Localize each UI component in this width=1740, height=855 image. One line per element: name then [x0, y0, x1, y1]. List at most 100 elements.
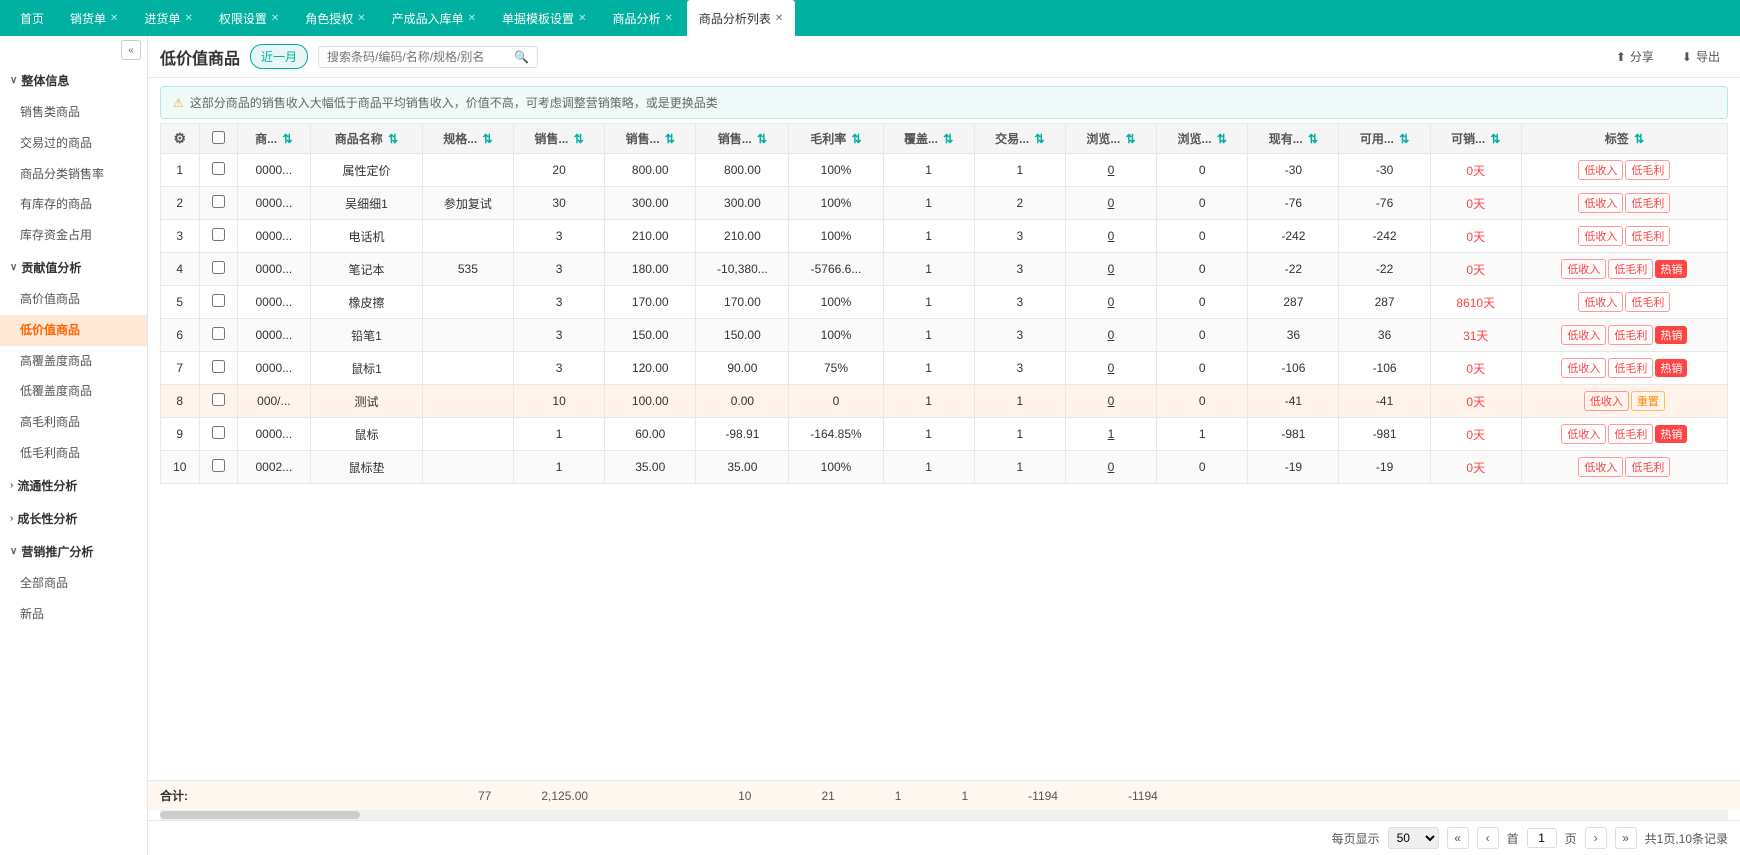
- col-name[interactable]: 商品名称 ⇅: [311, 124, 423, 154]
- sidebar-item-category-rate[interactable]: 商品分类销售率: [0, 159, 147, 190]
- share-button[interactable]: ⬆ 分享: [1608, 44, 1662, 69]
- settings-icon[interactable]: ⚙: [173, 130, 186, 146]
- sidebar-item-high-margin[interactable]: 高毛利商品: [0, 407, 147, 438]
- col-sales-qty[interactable]: 销售... ⇅: [513, 124, 604, 154]
- row-checkbox[interactable]: [212, 261, 225, 274]
- sidebar-item-in-stock[interactable]: 有库存的商品: [0, 189, 147, 220]
- row-checkbox[interactable]: [212, 228, 225, 241]
- row-name: 铅笔1: [311, 319, 423, 352]
- sidebar-item-sales-products[interactable]: 销售类商品: [0, 97, 147, 128]
- sidebar-group-marketing-title[interactable]: ∨ 营销推广分析: [0, 535, 147, 568]
- horizontal-scrollbar[interactable]: [160, 810, 1728, 820]
- sidebar-item-low-margin[interactable]: 低毛利商品: [0, 438, 147, 469]
- col-trade[interactable]: 交易... ⇅: [974, 124, 1065, 154]
- col-settings[interactable]: ⚙: [161, 124, 200, 154]
- col-view2[interactable]: 浏览... ⇅: [1157, 124, 1248, 154]
- col-sales-amount[interactable]: 销售... ⇅: [605, 124, 696, 154]
- row-checkbox[interactable]: [212, 162, 225, 175]
- page-input[interactable]: [1527, 828, 1557, 848]
- sidebar-item-traded-products[interactable]: 交易过的商品: [0, 128, 147, 159]
- sidebar-item-high-value[interactable]: 高价值商品: [0, 284, 147, 315]
- prev-page-button[interactable]: ‹: [1477, 827, 1499, 849]
- col-tags[interactable]: 标签 ⇅: [1521, 124, 1727, 154]
- sidebar-item-new-products[interactable]: 新品: [0, 599, 147, 630]
- row-checkbox[interactable]: [212, 294, 225, 307]
- sidebar-group-overall-title[interactable]: ∨ 整体信息: [0, 64, 147, 97]
- row-checkbox[interactable]: [212, 459, 225, 472]
- col-saleable[interactable]: 可销... ⇅: [1430, 124, 1521, 154]
- col-code[interactable]: 商... ⇅: [237, 124, 311, 154]
- view1-link[interactable]: 0: [1108, 361, 1115, 375]
- row-checkbox[interactable]: [212, 360, 225, 373]
- view1-link[interactable]: 0: [1108, 163, 1115, 177]
- nav-item-analysis[interactable]: 商品分析 ✕: [600, 0, 684, 36]
- close-icon[interactable]: ✕: [664, 13, 672, 24]
- page-size-select[interactable]: 50 100 200: [1388, 827, 1439, 849]
- row-view1: 0: [1065, 220, 1156, 253]
- view1-link[interactable]: 0: [1108, 460, 1115, 474]
- view1-link[interactable]: 0: [1108, 394, 1115, 408]
- row-available: -22: [1339, 253, 1430, 286]
- col-coverage[interactable]: 覆盖... ⇅: [883, 124, 974, 154]
- nav-item-permissions[interactable]: 权限设置 ✕: [207, 0, 291, 36]
- close-icon[interactable]: ✕: [271, 13, 279, 24]
- sidebar-item-high-coverage[interactable]: 高覆盖度商品: [0, 346, 147, 377]
- first-page-button[interactable]: «: [1447, 827, 1469, 849]
- close-icon[interactable]: ✕: [184, 13, 192, 24]
- col-checkbox[interactable]: [199, 124, 237, 154]
- nav-item-roles[interactable]: 角色授权 ✕: [293, 0, 377, 36]
- view1-link[interactable]: 0: [1108, 229, 1115, 243]
- nav-item-templates[interactable]: 单据模板设置 ✕: [490, 0, 598, 36]
- sidebar-item-all-products[interactable]: 全部商品: [0, 568, 147, 599]
- view1-link[interactable]: 0: [1108, 328, 1115, 342]
- tag: 低毛利: [1625, 193, 1670, 213]
- row-checkbox[interactable]: [212, 393, 225, 406]
- sidebar-group-contribution-title[interactable]: ∨ 贡献值分析: [0, 251, 147, 284]
- nav-item-home[interactable]: 首页: [8, 0, 56, 36]
- view1-link[interactable]: 0: [1108, 262, 1115, 276]
- row-tags: 低收入低毛利热销: [1521, 418, 1727, 451]
- row-code: 0000...: [237, 187, 311, 220]
- row-checkbox[interactable]: [212, 426, 225, 439]
- row-saleable-days: 0天: [1430, 418, 1521, 451]
- sidebar-item-stock-capital[interactable]: 库存资金占用: [0, 220, 147, 251]
- sidebar-group-circulation-title[interactable]: › 流通性分析: [0, 469, 147, 502]
- close-icon[interactable]: ✕: [578, 13, 586, 24]
- close-icon[interactable]: ✕: [468, 13, 476, 24]
- filter-button[interactable]: 近一月: [250, 44, 308, 69]
- search-icon[interactable]: 🔍: [514, 50, 529, 64]
- col-sales-profit[interactable]: 销售... ⇅: [696, 124, 789, 154]
- tag: 热销: [1655, 359, 1687, 377]
- row-number: 5: [161, 286, 200, 319]
- col-available[interactable]: 可用... ⇅: [1339, 124, 1430, 154]
- sidebar-item-low-value[interactable]: 低价值商品: [0, 315, 147, 346]
- row-view1: 0: [1065, 286, 1156, 319]
- row-sales-profit: 150.00: [696, 319, 789, 352]
- view1-link[interactable]: 0: [1108, 196, 1115, 210]
- view1-link[interactable]: 1: [1108, 427, 1115, 441]
- last-page-button[interactable]: »: [1615, 827, 1637, 849]
- row-checkbox[interactable]: [212, 327, 225, 340]
- close-icon[interactable]: ✕: [775, 13, 783, 24]
- sidebar-item-low-coverage[interactable]: 低覆盖度商品: [0, 376, 147, 407]
- nav-item-analysis-list[interactable]: 商品分析列表 ✕: [687, 0, 795, 36]
- search-input[interactable]: [327, 50, 510, 64]
- row-checkbox[interactable]: [212, 195, 225, 208]
- sidebar-group-growth-title[interactable]: › 成长性分析: [0, 502, 147, 535]
- nav-item-purchase[interactable]: 进货单 ✕: [132, 0, 204, 36]
- col-view1[interactable]: 浏览... ⇅: [1065, 124, 1156, 154]
- export-button[interactable]: ⬇ 导出: [1674, 44, 1728, 69]
- close-icon[interactable]: ✕: [357, 13, 365, 24]
- header-actions: ⬆ 分享 ⬇ 导出: [1608, 44, 1728, 69]
- col-gross-margin[interactable]: 毛利率 ⇅: [789, 124, 883, 154]
- sidebar-collapse-button[interactable]: «: [121, 40, 141, 60]
- close-icon[interactable]: ✕: [110, 13, 118, 24]
- col-current-stock[interactable]: 现有... ⇅: [1248, 124, 1339, 154]
- select-all-checkbox[interactable]: [212, 131, 225, 144]
- col-spec[interactable]: 规格... ⇅: [422, 124, 513, 154]
- nav-item-warehouse[interactable]: 产成品入库单 ✕: [380, 0, 488, 36]
- nav-item-sales[interactable]: 销货单 ✕: [58, 0, 130, 36]
- row-name: 吴细细1: [311, 187, 423, 220]
- view1-link[interactable]: 0: [1108, 295, 1115, 309]
- next-page-button[interactable]: ›: [1585, 827, 1607, 849]
